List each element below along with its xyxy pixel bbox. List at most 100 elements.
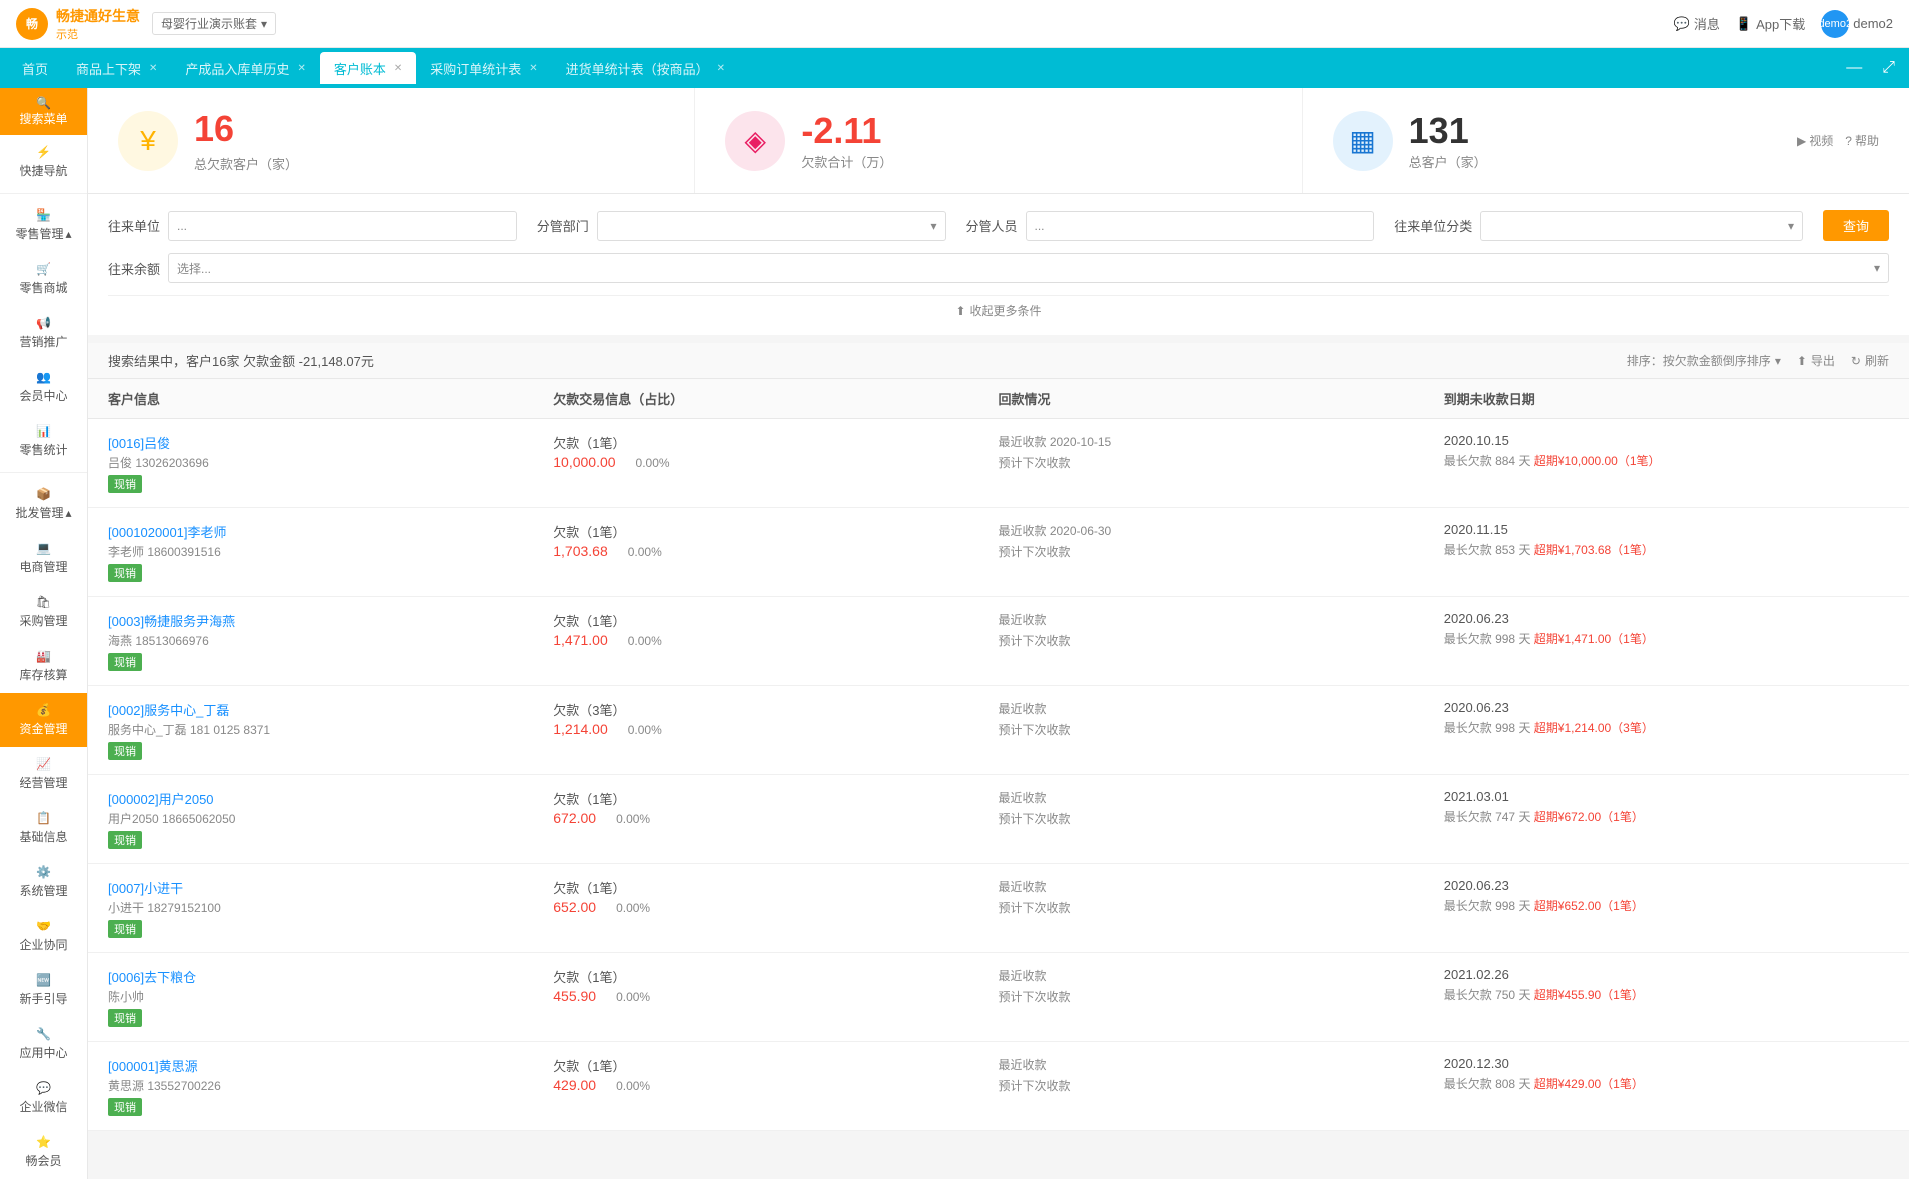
export-button[interactable]: ⬆ 导出 (1797, 352, 1835, 369)
sidebar-item-marketing[interactable]: 📢 营销推广 (0, 306, 87, 360)
customer-tag: 现销 (108, 920, 142, 938)
store-selector[interactable]: 母婴行业演示账套 ▾ (152, 12, 276, 35)
sidebar-item-system[interactable]: ⚙️ 系统管理 (0, 855, 87, 909)
debt-percent: 0.00% (628, 634, 662, 648)
sidebar-item-basic-info[interactable]: 📋 基础信息 (0, 801, 87, 855)
debtors-value: 16 (194, 108, 298, 150)
total-customers-icon: ▦ (1333, 111, 1393, 171)
close-icon[interactable]: ✕ (297, 63, 305, 74)
retail-management-icon: 🏪 (36, 208, 51, 222)
sidebar-item-inventory[interactable]: 🏭 库存核算 (0, 639, 87, 693)
debt-amount-row: 455.90 0.00% (553, 986, 998, 1004)
debt-cell: 欠款（3笔） 1,214.00 0.00% (553, 700, 998, 737)
collapse-button[interactable]: ⬆ 收起更多条件 (108, 295, 1889, 325)
video-button[interactable]: ▶ 视频 (1797, 132, 1833, 149)
overdue-link[interactable]: 超期¥1,703.68（1笔） (1534, 543, 1654, 557)
sidebar-item-member[interactable]: ⭐ 畅会员 (0, 1125, 87, 1179)
overdue-link[interactable]: 超期¥1,471.00（1笔） (1534, 632, 1654, 646)
message-button[interactable]: 💬 消息 (1674, 14, 1720, 33)
stat-card-total-customers: ▦ 131 总客户（家） ▶ 视频 ? 帮助 (1303, 88, 1909, 193)
recovery-cell: 最近收款 预计下次收款 (999, 967, 1444, 1009)
sidebar-item-member-center[interactable]: 👥 会员中心 (0, 360, 87, 414)
top-bar-left: 畅 畅捷通好生意 示范 母婴行业演示账套 ▾ (16, 6, 276, 42)
close-icon[interactable]: ✕ (717, 63, 725, 74)
customer-tag: 现销 (108, 653, 142, 671)
tab-purchase-stats[interactable]: 采购订单统计表 ✕ (416, 52, 551, 84)
customer-name-link[interactable]: [0006]去下粮仓 (108, 967, 553, 986)
tab-customer-ledger[interactable]: 客户账本 ✕ (320, 52, 416, 84)
overdue-link[interactable]: 超期¥1,214.00（3笔） (1534, 721, 1654, 735)
customer-name-link[interactable]: [000002]用户2050 (108, 789, 553, 808)
unit-type-select[interactable]: ▾ (1480, 211, 1803, 241)
overdue-link[interactable]: 超期¥672.00（1笔） (1534, 810, 1644, 824)
sidebar-item-quick-nav[interactable]: ⚡ 快捷导航 (0, 135, 87, 189)
sidebar-item-enterprise[interactable]: 🤝 企业协同 (0, 909, 87, 963)
refresh-button[interactable]: ↻ 刷新 (1851, 352, 1889, 369)
debt-percent: 0.00% (616, 901, 650, 915)
balance-select[interactable]: 选择... ▾ (168, 253, 1889, 283)
customer-name-link[interactable]: [0002]服务中心_丁磊 (108, 700, 553, 719)
customer-name-link[interactable]: [0016]吕俊 (108, 433, 553, 452)
nav-minimize-button[interactable]: — (1840, 57, 1868, 79)
search-button[interactable]: 查询 (1823, 210, 1889, 241)
sidebar-item-retail-shop[interactable]: 🛒 零售商城 (0, 252, 87, 306)
app-download-button[interactable]: 📱 App下载 (1736, 14, 1805, 33)
overdue-info: 最长欠款 998 天 超期¥1,471.00（1笔） (1444, 630, 1889, 647)
overdue-link[interactable]: 超期¥652.00（1笔） (1534, 899, 1644, 913)
sidebar-item-retail-stats[interactable]: 📊 零售统计 (0, 414, 87, 468)
close-icon[interactable]: ✕ (149, 63, 157, 74)
logo-area: 畅 畅捷通好生意 示范 (16, 6, 140, 42)
customer-name-link[interactable]: [0001020001]李老师 (108, 522, 553, 541)
customer-name-link[interactable]: [0007]小进干 (108, 878, 553, 897)
tab-product-listing[interactable]: 商品上下架 ✕ (62, 52, 171, 84)
sidebar-item-guide[interactable]: 🆕 新手引导 (0, 963, 87, 1017)
wholesale-icon: 📦 (36, 487, 51, 501)
customer-phone: 小进干 18279152100 (108, 899, 553, 916)
sidebar-item-wechat[interactable]: 💬 企业微信 (0, 1071, 87, 1125)
close-icon[interactable]: ✕ (394, 63, 402, 74)
manager-input[interactable]: ... (1026, 211, 1375, 241)
sidebar-item-operations[interactable]: 📈 经营管理 (0, 747, 87, 801)
overdue-link[interactable]: 超期¥10,000.00（1笔） (1534, 454, 1661, 468)
overdue-link[interactable]: 超期¥455.90（1笔） (1534, 988, 1644, 1002)
nav-expand-button[interactable]: ⤢ (1876, 57, 1901, 79)
member2-icon: ⭐ (36, 1135, 51, 1149)
wechat-icon: 💬 (36, 1081, 51, 1095)
source-unit-input[interactable]: ... (168, 211, 517, 241)
sidebar-item-app-center[interactable]: 🔧 应用中心 (0, 1017, 87, 1071)
debt-percent: 0.00% (628, 723, 662, 737)
sort-button[interactable]: 排序：按欠款金额倒序排序 ▾ (1627, 352, 1781, 369)
tab-incoming-stats[interactable]: 进货单统计表（按商品） ✕ (552, 52, 739, 84)
due-date-cell: 2020.06.23 最长欠款 998 天 超期¥652.00（1笔） (1444, 878, 1889, 914)
user-profile[interactable]: demo2 demo2 (1821, 10, 1893, 38)
last-payment: 最近收款 (999, 789, 1444, 806)
sidebar-item-purchase[interactable]: 🛍 采购管理 (0, 585, 87, 639)
sidebar-search[interactable]: 🔍 搜索菜单 (0, 88, 87, 135)
balance-label: 往来余额 (108, 259, 160, 278)
debt-amount: 429.00 (553, 1077, 596, 1093)
table-row: [0002]服务中心_丁磊 服务中心_丁磊 181 0125 8371 现销 欠… (88, 686, 1909, 775)
sidebar-item-enterprise-label: 企业协同 (19, 936, 67, 953)
last-payment: 最近收款 (999, 611, 1444, 628)
last-payment: 最近收款 (999, 1056, 1444, 1073)
debt-amount: 672.00 (553, 810, 596, 826)
tab-production-history[interactable]: 产成品入库单历史 ✕ (171, 52, 319, 84)
debt-count: 欠款（1笔） (553, 611, 998, 630)
sidebar-item-finance[interactable]: 💰 资金管理 (0, 693, 87, 747)
sidebar-item-quick-nav-label: 快捷导航 (19, 162, 67, 179)
sidebar-search-label: 搜索菜单 (6, 110, 81, 127)
sidebar-item-ecommerce[interactable]: 💻 电商管理 (0, 531, 87, 585)
tab-home[interactable]: 首页 (8, 52, 62, 84)
sidebar-item-wholesale[interactable]: 📦 批发管理 ▴ (0, 477, 87, 531)
customer-name-link[interactable]: [000001]黄思源 (108, 1056, 553, 1075)
customer-phone: 陈小帅 (108, 988, 553, 1005)
ecommerce-icon: 💻 (36, 541, 51, 555)
overdue-link[interactable]: 超期¥429.00（1笔） (1534, 1077, 1644, 1091)
close-icon[interactable]: ✕ (529, 63, 537, 74)
due-date: 2020.11.15 (1444, 522, 1889, 537)
due-date: 2021.03.01 (1444, 789, 1889, 804)
help-button[interactable]: ? 帮助 (1845, 132, 1879, 149)
customer-name-link[interactable]: [0003]畅捷服务尹海燕 (108, 611, 553, 630)
dept-select[interactable]: ▾ (597, 211, 946, 241)
sidebar-item-retail-management[interactable]: 🏪 零售管理 ▴ (0, 198, 87, 252)
